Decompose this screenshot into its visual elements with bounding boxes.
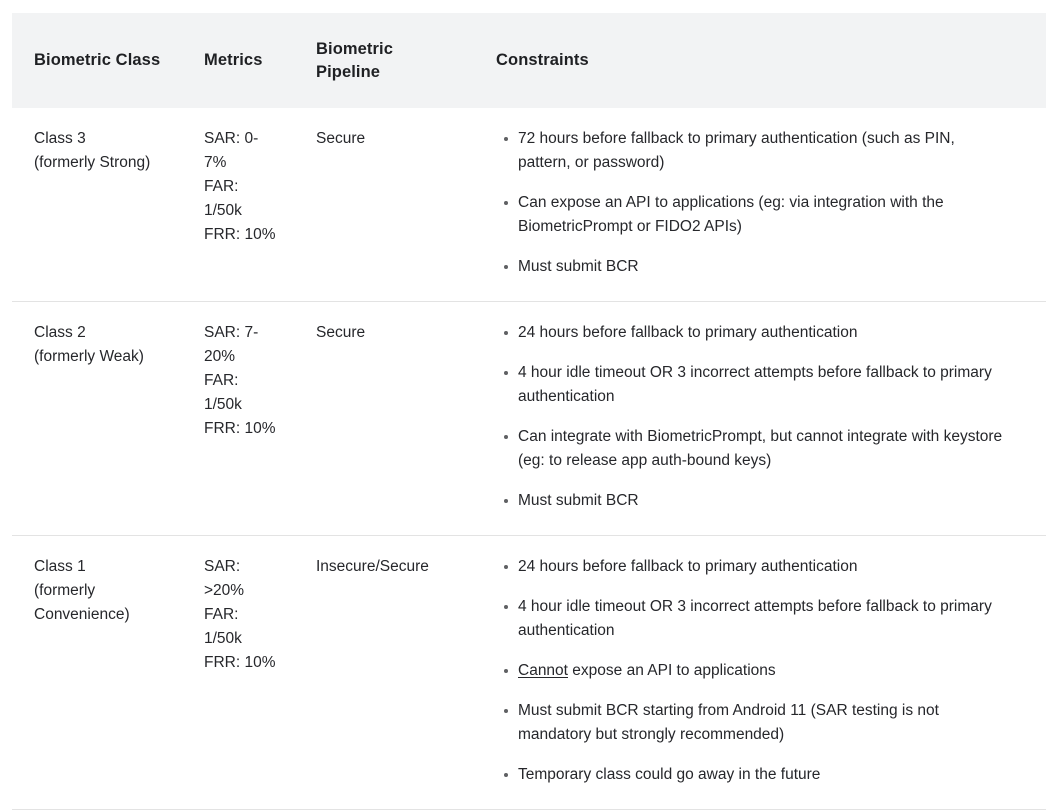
metric-frr: FRR: 10%: [204, 226, 276, 243]
table-row: Class 2 (formerly Weak) SAR: 7-20% FAR: 1/5…: [12, 301, 1046, 536]
cell-biometric-pipeline: Secure: [307, 301, 487, 536]
column-header-constraints: Constraints: [487, 13, 1046, 108]
cell-metrics: SAR: 0-7% FAR: 1/50k FRR: 10%: [193, 108, 307, 302]
constraint-item: 4 hour idle timeout OR 3 incorrect attem…: [496, 595, 1006, 643]
biometric-pipeline-value: Secure: [316, 324, 366, 341]
metric-far: FAR: 1/50k: [204, 372, 242, 413]
constraints-text: 72 hours before fallback to primary auth…: [487, 108, 1046, 301]
table-header: Biometric Class Metrics Biometric Pipeli…: [12, 13, 1046, 108]
constraint-item: Cannot expose an API to applications: [496, 659, 1006, 683]
column-header-biometric-pipeline-line2: Pipeline: [316, 62, 381, 81]
cell-biometric-class: Class 1 (formerly Convenience): [12, 535, 193, 810]
constraint-item: 24 hours before fallback to primary auth…: [496, 321, 1006, 345]
column-header-biometric-class: Biometric Class: [12, 13, 193, 108]
biometric-class-name: Class 3: [34, 130, 86, 147]
constraint-item: 72 hours before fallback to primary auth…: [496, 127, 1006, 175]
constraint-item: 4 hour idle timeout OR 3 incorrect attem…: [496, 361, 1006, 409]
constraints-text: 24 hours before fallback to primary auth…: [487, 536, 1046, 809]
metric-sar: SAR: >20%: [204, 558, 245, 599]
biometric-pipeline-value: Insecure/Secure: [316, 558, 429, 575]
metrics-text: SAR: 0-7% FAR: 1/50k FRR: 10%: [193, 108, 307, 269]
biometric-class-former-name: (formerly Weak): [34, 348, 144, 365]
column-header-biometric-pipeline-label: Biometric Pipeline: [307, 38, 487, 84]
metrics-text: SAR: 7-20% FAR: 1/50k FRR: 10%: [193, 302, 307, 463]
cell-biometric-class: Class 3 (formerly Strong): [12, 108, 193, 302]
metric-sar: SAR: 7-20%: [204, 324, 259, 365]
metrics-text: SAR: >20% FAR: 1/50k FRR: 10%: [193, 536, 307, 697]
constraints-list: 24 hours before fallback to primary auth…: [496, 321, 1006, 513]
cell-constraints: 24 hours before fallback to primary auth…: [487, 535, 1046, 810]
biometric-class-text: Class 2 (formerly Weak): [12, 302, 193, 391]
cell-metrics: SAR: >20% FAR: 1/50k FRR: 10%: [193, 535, 307, 810]
constraints-text: 24 hours before fallback to primary auth…: [487, 302, 1046, 535]
metric-far: FAR: 1/50k: [204, 606, 242, 647]
biometric-class-text: Class 3 (formerly Strong): [12, 108, 193, 197]
cell-biometric-class: Class 2 (formerly Weak): [12, 301, 193, 536]
metric-far: FAR: 1/50k: [204, 178, 242, 219]
column-header-metrics: Metrics: [193, 13, 307, 108]
constraint-item: Must submit BCR: [496, 489, 1006, 513]
cell-biometric-pipeline: Secure: [307, 108, 487, 302]
biometric-class-former-name: (formerly Strong): [34, 154, 151, 171]
biometric-class-text: Class 1 (formerly Convenience): [12, 536, 193, 649]
biometric-pipeline-value: Secure: [316, 130, 366, 147]
constraint-item: Temporary class could go away in the fut…: [496, 763, 1006, 787]
constraint-item: Must submit BCR starting from Android 11…: [496, 699, 1006, 747]
constraints-list: 72 hours before fallback to primary auth…: [496, 127, 1006, 279]
metric-sar: SAR: 0-7%: [204, 130, 259, 171]
cell-metrics: SAR: 7-20% FAR: 1/50k FRR: 10%: [193, 301, 307, 536]
biometric-class-former-name: (formerly Convenience): [34, 582, 130, 623]
cell-constraints: 72 hours before fallback to primary auth…: [487, 108, 1046, 302]
biometric-class-name: Class 1: [34, 558, 86, 575]
column-header-biometric-pipeline-line1: Biometric: [316, 39, 394, 58]
biometric-class-table-container: Biometric Class Metrics Biometric Pipeli…: [0, 0, 1064, 810]
column-header-metrics-label: Metrics: [204, 51, 263, 69]
cell-constraints: 24 hours before fallback to primary auth…: [487, 301, 1046, 536]
cell-biometric-pipeline: Insecure/Secure: [307, 535, 487, 810]
constraint-item: 24 hours before fallback to primary auth…: [496, 555, 1006, 579]
constraint-item: Can integrate with BiometricPrompt, but …: [496, 425, 1006, 473]
table-row: Class 1 (formerly Convenience) SAR: >20% FA…: [12, 535, 1046, 810]
column-header-biometric-pipeline: Biometric Pipeline: [307, 13, 487, 108]
constraint-item-text: expose an API to applications: [567, 662, 776, 679]
constraint-item: Must submit BCR: [496, 255, 1006, 279]
biometric-class-name: Class 2: [34, 324, 86, 341]
constraint-emphasis: Cannot: [518, 662, 568, 679]
metric-frr: FRR: 10%: [204, 420, 276, 437]
table-row: Class 3 (formerly Strong) SAR: 0-7% FAR: 1/…: [12, 108, 1046, 302]
table-header-row: Biometric Class Metrics Biometric Pipeli…: [12, 13, 1046, 108]
biometric-class-table: Biometric Class Metrics Biometric Pipeli…: [12, 13, 1046, 810]
column-header-constraints-label: Constraints: [496, 51, 589, 69]
constraint-item: Can expose an API to applications (eg: v…: [496, 191, 1006, 239]
constraints-list: 24 hours before fallback to primary auth…: [496, 555, 1006, 787]
column-header-biometric-class-label: Biometric Class: [34, 51, 161, 69]
metric-frr: FRR: 10%: [204, 654, 276, 671]
table-body: Class 3 (formerly Strong) SAR: 0-7% FAR: 1/…: [12, 108, 1046, 810]
